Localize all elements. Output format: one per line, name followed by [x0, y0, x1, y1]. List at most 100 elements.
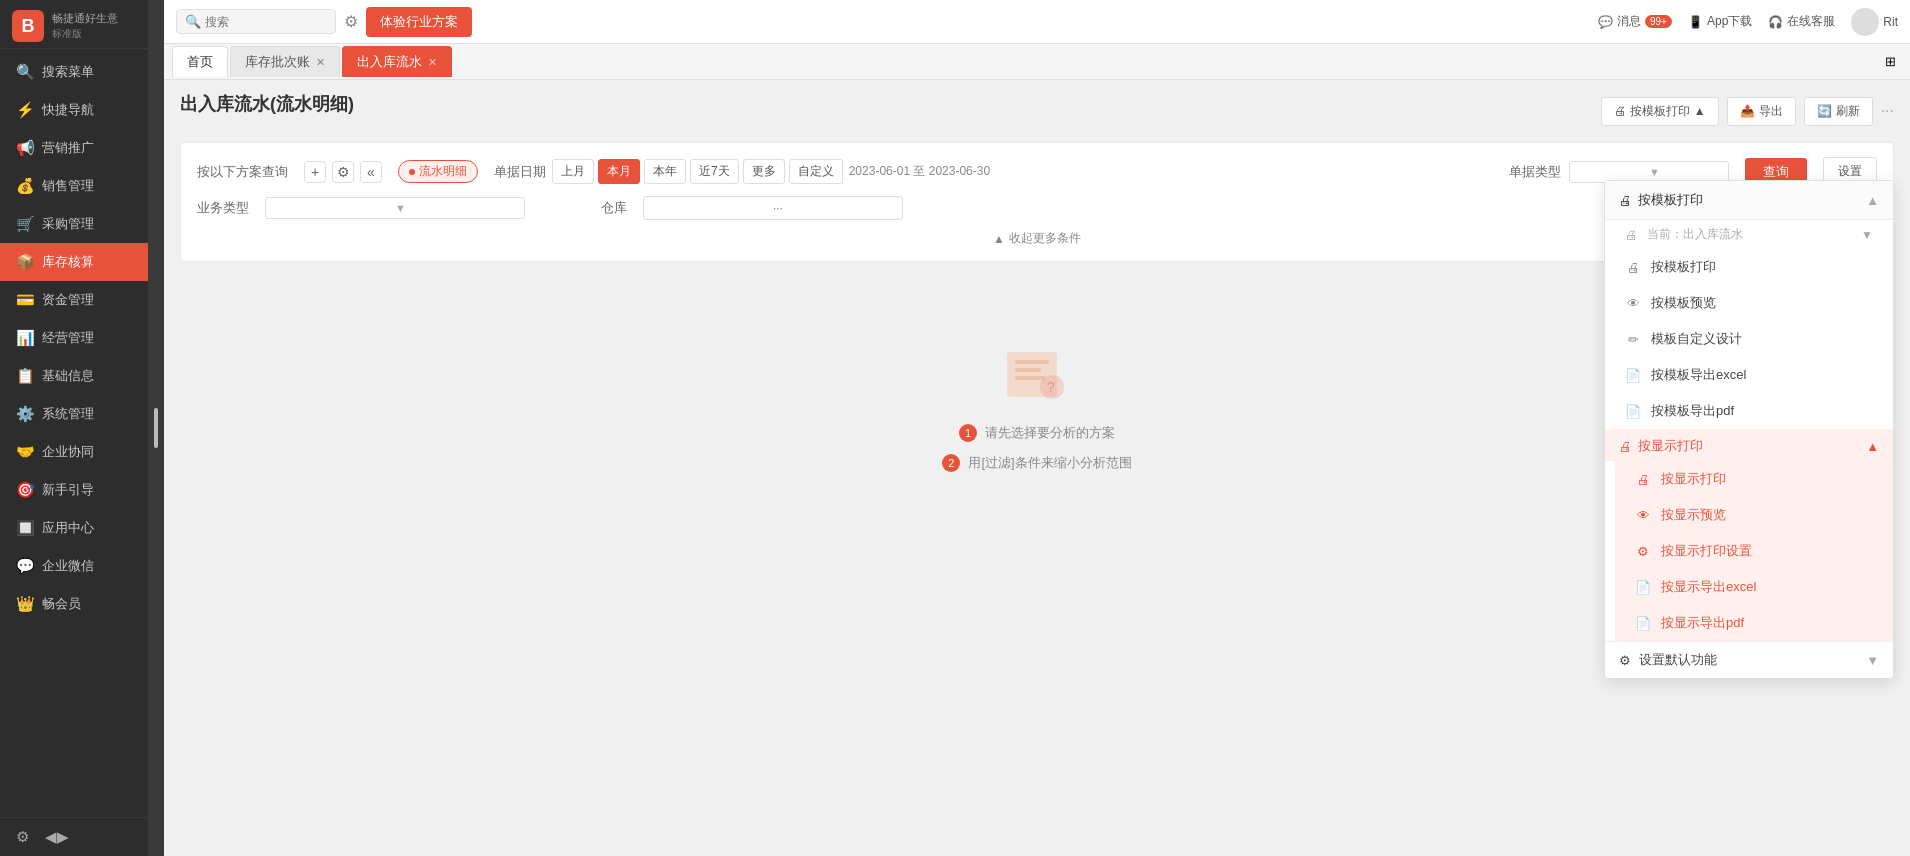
date-btn-上月[interactable]: 上月 — [552, 159, 594, 184]
sidebar-item-marketing[interactable]: 📢营销推广 — [0, 129, 148, 167]
sidebar-icon-search: 🔍 — [16, 63, 34, 81]
template-pdf-label: 按模板导出pdf — [1651, 402, 1734, 420]
date-btn-本月[interactable]: 本月 — [598, 159, 640, 184]
settings-gear-icon[interactable]: ⚙ — [344, 12, 358, 31]
business-type-select[interactable]: ▼ — [265, 197, 525, 219]
sidebar-item-member[interactable]: 👑畅会员 — [0, 585, 148, 623]
tab-close-flow[interactable]: ✕ — [428, 56, 437, 69]
sub-header-arrow[interactable]: ▲ — [1866, 439, 1879, 454]
footer-arrow: ▼ — [1866, 653, 1879, 668]
sidebar-item-sales[interactable]: 💰销售管理 — [0, 167, 148, 205]
app-download-icon: 📱 — [1688, 15, 1703, 29]
filter-settings-button[interactable]: ⚙ — [332, 161, 354, 183]
print-template-button[interactable]: 🖨 按模板打印 ▲ — [1601, 97, 1719, 126]
tab-flow[interactable]: 出入库流水✕ — [342, 46, 452, 77]
sidebar-label-search: 搜索菜单 — [42, 63, 94, 81]
topbar-actions: 💬 消息 99+ 📱 App下载 🎧 在线客服 Rit — [1598, 8, 1898, 36]
chevron-up-icon-2: ▲ — [993, 232, 1005, 246]
dropdown-item-display-excel[interactable]: 📄按显示导出excel — [1615, 569, 1893, 605]
dropdown-item-display-settings[interactable]: ⚙按显示打印设置 — [1615, 533, 1893, 569]
sidebar-item-apps[interactable]: 🔲 应用中心 — [0, 509, 148, 547]
sidebar-scroll[interactable] — [148, 0, 164, 856]
sidebar-item-guide[interactable]: 🎯新手引导 — [0, 471, 148, 509]
sidebar-item-search[interactable]: 🔍 搜索菜单 — [0, 53, 148, 91]
dropdown-item-display-print[interactable]: 🖨按显示打印 — [1615, 461, 1893, 497]
tag-dot — [409, 169, 415, 175]
sidebar-item-finance[interactable]: 💳资金管理 — [0, 281, 148, 319]
search-input[interactable] — [205, 15, 305, 29]
footer-settings-icon: ⚙ — [1619, 653, 1631, 668]
filter-add-button[interactable]: + — [304, 161, 326, 183]
filter-collapse-button[interactable]: « — [360, 161, 382, 183]
sidebar-icon-wechat: 💬 — [16, 557, 34, 575]
dropdown-item-template-preview[interactable]: 👁按模板预览 — [1605, 285, 1893, 321]
sidebar-icon-basic: 📋 — [16, 367, 34, 385]
print-dropdown-panel: 🖨 按模板打印 ▲ 🖨 当前：出入库流水 ▼ 🖨按模板打印👁按模板预览✏模板自定… — [1604, 180, 1894, 679]
sidebar-item-operations[interactable]: 📊经营管理 — [0, 319, 148, 357]
dropdown-current-item[interactable]: 🖨 当前：出入库流水 ▼ — [1605, 220, 1893, 249]
page-title: 出入库流水(流水明细) — [180, 92, 354, 116]
more-options-icon[interactable]: ··· — [773, 201, 894, 215]
dropdown-item-display-preview[interactable]: 👁按显示预览 — [1615, 497, 1893, 533]
display-print-header: 🖨 按显示打印 ▲ — [1605, 429, 1893, 461]
sidebar-label-member: 畅会员 — [42, 595, 81, 613]
sidebar: B 畅捷通好生意 标准版 🔍搜索菜单⚡快捷导航📢营销推广💰销售管理🛒采购管理📦库… — [0, 0, 148, 856]
refresh-button[interactable]: 🔄 刷新 — [1804, 97, 1873, 126]
settings-icon[interactable]: ⚙ — [16, 828, 29, 846]
date-btn-本年[interactable]: 本年 — [644, 159, 686, 184]
display-items-list: 🖨按显示打印👁按显示预览⚙按显示打印设置📄按显示导出excel📄按显示导出pdf — [1605, 461, 1893, 641]
search-box[interactable]: 🔍 — [176, 9, 336, 34]
sidebar-item-quick-nav[interactable]: ⚡快捷导航 — [0, 91, 148, 129]
date-btn-更多[interactable]: 更多 — [743, 159, 785, 184]
sidebar-item-inventory[interactable]: 📦库存核算 — [0, 243, 148, 281]
main-area: 🔍 ⚙ 体验行业方案 💬 消息 99+ 📱 App下载 🎧 在线客服 — [164, 0, 1910, 856]
sidebar-item-cooperation[interactable]: 🤝企业协同 — [0, 433, 148, 471]
current-label-icon: 🖨 — [1625, 228, 1637, 242]
sidebar-icon-apps: 🔲 — [16, 519, 34, 537]
avatar — [1851, 8, 1879, 36]
sidebar-icon-operations: 📊 — [16, 329, 34, 347]
chevron-down-icon-2: ▼ — [395, 202, 516, 214]
app-download-action[interactable]: 📱 App下载 — [1688, 13, 1752, 30]
message-badge: 99+ — [1645, 15, 1672, 28]
dropdown-item-template-print[interactable]: 🖨按模板打印 — [1605, 249, 1893, 285]
sidebar-item-basic[interactable]: 📋 基础信息 — [0, 357, 148, 395]
dropdown-item-template-pdf[interactable]: 📄按模板导出pdf — [1605, 393, 1893, 429]
trial-button[interactable]: 体验行业方案 — [366, 7, 472, 37]
sidebar-label-apps: 应用中心 — [42, 519, 94, 537]
refresh-icon: 🔄 — [1817, 104, 1832, 118]
filter-tag[interactable]: 流水明细 — [398, 160, 478, 183]
sidebar-icon-purchase: 🛒 — [16, 215, 34, 233]
template-excel-label: 按模板导出excel — [1651, 366, 1746, 384]
dropdown-footer[interactable]: ⚙ 设置默认功能 ▼ — [1605, 641, 1893, 678]
export-button[interactable]: 📤 导出 — [1727, 97, 1796, 126]
dropdown-item-display-pdf[interactable]: 📄按显示导出pdf — [1615, 605, 1893, 641]
message-action[interactable]: 💬 消息 99+ — [1598, 13, 1672, 30]
dropdown-item-template-excel[interactable]: 📄按模板导出excel — [1605, 357, 1893, 393]
sidebar-label-basic: 基础信息 — [42, 367, 94, 385]
sidebar-icon-cooperation: 🤝 — [16, 443, 34, 461]
dropdown-item-template-custom[interactable]: ✏模板自定义设计 — [1605, 321, 1893, 357]
empty-step-1: 1 请先选择要分析的方案 — [959, 424, 1115, 442]
date-btn-自定义[interactable]: 自定义 — [789, 159, 843, 184]
sidebar-item-wechat[interactable]: 💬企业微信 — [0, 547, 148, 585]
topbar: 🔍 ⚙ 体验行业方案 💬 消息 99+ 📱 App下载 🎧 在线客服 — [164, 0, 1910, 44]
empty-illustration: ? — [997, 332, 1077, 412]
search-icon: 🔍 — [185, 14, 201, 29]
collapse-icon[interactable]: ◀▶ — [45, 828, 69, 846]
online-service-action[interactable]: 🎧 在线客服 — [1768, 13, 1835, 30]
display-print-label: 按显示打印 — [1661, 470, 1726, 488]
date-btn-近7天[interactable]: 近7天 — [690, 159, 739, 184]
tag-label: 流水明细 — [419, 163, 467, 180]
tab-batch-account[interactable]: 库存批次账✕ — [230, 46, 340, 77]
more-icon[interactable]: ··· — [1881, 102, 1894, 120]
user-avatar-action[interactable]: Rit — [1851, 8, 1898, 36]
sidebar-item-system[interactable]: ⚙️系统管理 — [0, 395, 148, 433]
dropdown-close-arrow[interactable]: ▲ — [1866, 193, 1879, 208]
display-pdf-label: 按显示导出pdf — [1661, 614, 1744, 632]
sidebar-item-purchase[interactable]: 🛒采购管理 — [0, 205, 148, 243]
tab-expand-icon[interactable]: ⊞ — [1878, 50, 1902, 74]
warehouse-field[interactable]: ··· — [643, 196, 903, 220]
tab-home[interactable]: 首页 — [172, 46, 228, 77]
tab-close-batch-account[interactable]: ✕ — [316, 56, 325, 69]
